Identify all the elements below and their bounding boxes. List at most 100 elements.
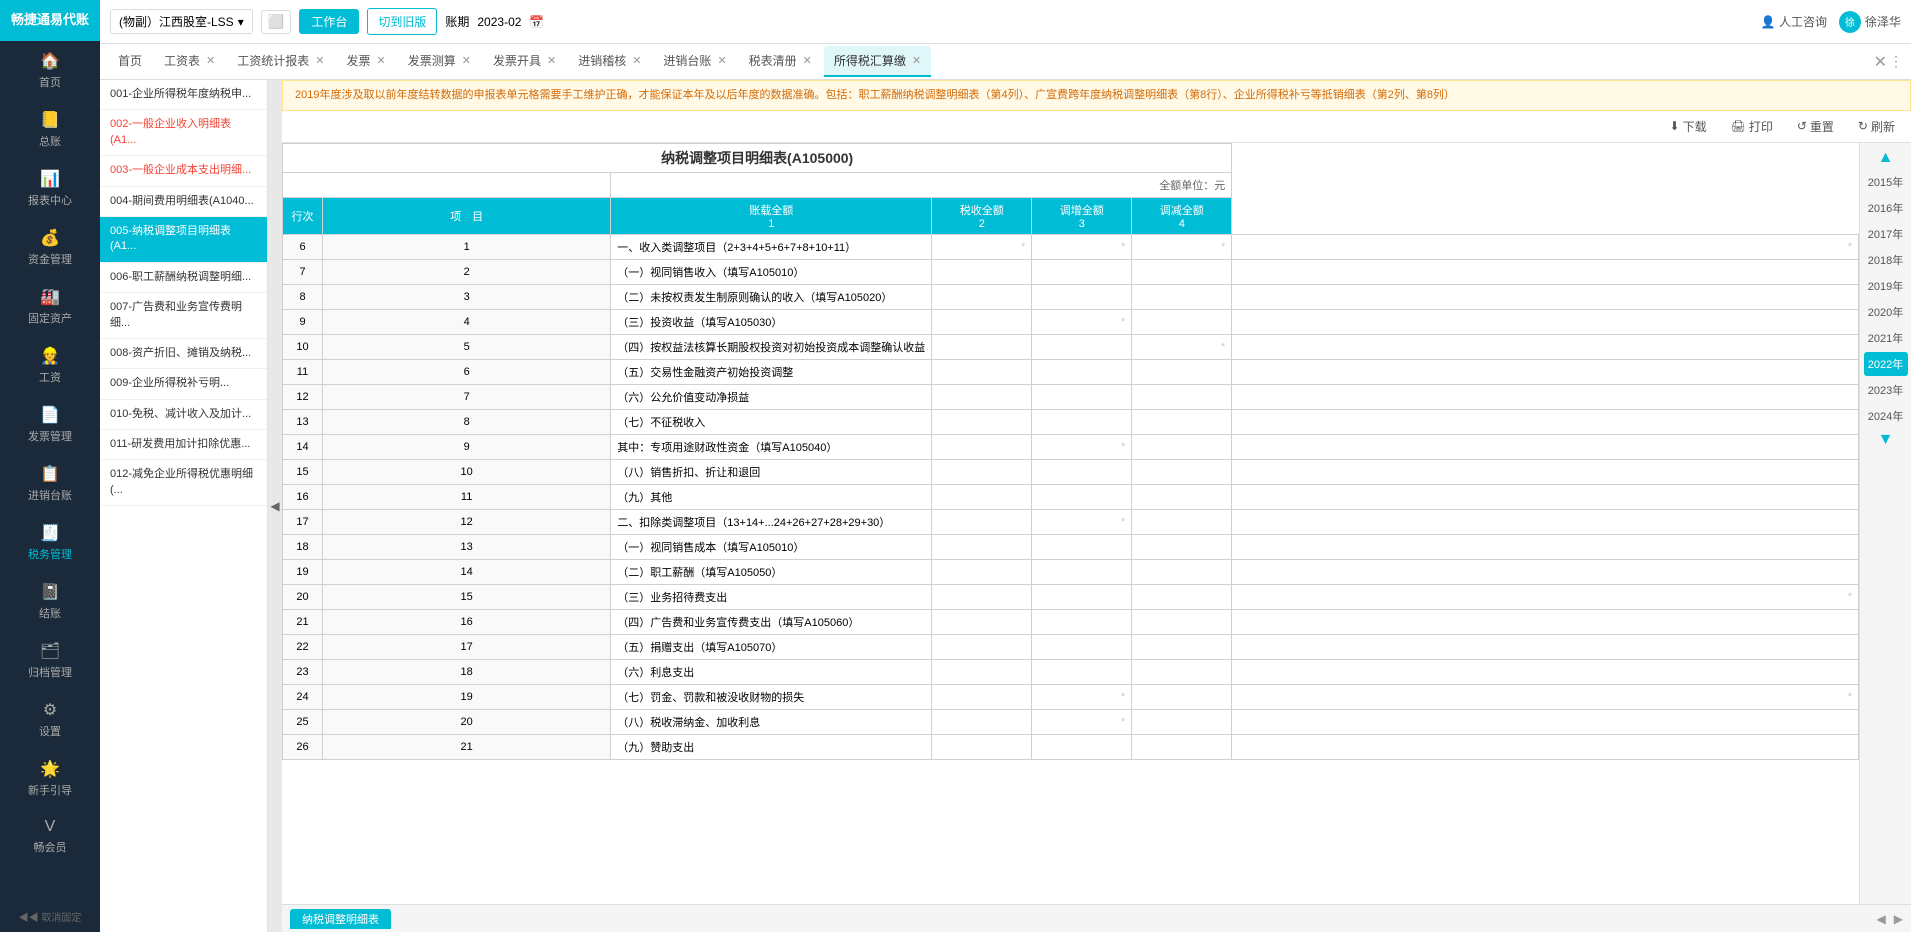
tab-close-purchase-check[interactable]: ✕ xyxy=(632,54,641,67)
year-2018[interactable]: 2018年 xyxy=(1864,248,1908,272)
cell-c4[interactable] xyxy=(1232,509,1859,534)
cell-c4[interactable]: * xyxy=(1232,234,1859,259)
cell-c1[interactable] xyxy=(932,484,1032,509)
sidebar-item-archive[interactable]: 🗂 归档管理 xyxy=(0,631,100,690)
tab-salary[interactable]: 工资表✕ xyxy=(154,46,225,77)
cell-c4[interactable] xyxy=(1232,409,1859,434)
cell-c3[interactable] xyxy=(1132,584,1232,609)
cell-c2[interactable]: * xyxy=(1032,709,1132,734)
cell-c1[interactable] xyxy=(932,609,1032,634)
sidebar-item-purchase[interactable]: 📋 进销台账 xyxy=(0,454,100,513)
cell-c1[interactable] xyxy=(932,334,1032,359)
cell-c3[interactable] xyxy=(1132,459,1232,484)
tab-invoice-open[interactable]: 发票开具✕ xyxy=(483,46,566,77)
left-item-011[interactable]: 011-研发费用加计扣除优惠... xyxy=(100,430,267,460)
cell-c2[interactable] xyxy=(1032,734,1132,759)
cell-c1[interactable] xyxy=(932,384,1032,409)
cell-c3[interactable] xyxy=(1132,359,1232,384)
cell-c1[interactable] xyxy=(932,634,1032,659)
cell-c4[interactable] xyxy=(1232,734,1859,759)
cell-c1[interactable] xyxy=(932,409,1032,434)
cell-c2[interactable] xyxy=(1032,334,1132,359)
cell-c3[interactable] xyxy=(1132,659,1232,684)
cell-c2[interactable]: * xyxy=(1032,684,1132,709)
year-down-arrow[interactable]: ▼ xyxy=(1876,429,1896,451)
left-item-008[interactable]: 008-资产折旧、摊销及纳税... xyxy=(100,339,267,369)
cell-c2[interactable]: * xyxy=(1032,309,1132,334)
left-item-001[interactable]: 001-企业所得税年度纳税申... xyxy=(100,80,267,110)
sidebar-item-member[interactable]: V 畅会员 xyxy=(0,808,100,865)
cell-c4[interactable] xyxy=(1232,259,1859,284)
sidebar-item-close[interactable]: 📓 结账 xyxy=(0,572,100,631)
sidebar-item-home[interactable]: 🏠 首页 xyxy=(0,41,100,100)
cell-c2[interactable] xyxy=(1032,384,1132,409)
cell-c2[interactable] xyxy=(1032,459,1132,484)
cell-c3[interactable] xyxy=(1132,609,1232,634)
sidebar-item-assets[interactable]: 🏭 固定资产 xyxy=(0,277,100,336)
sidebar-item-invoice[interactable]: 📄 发票管理 xyxy=(0,395,100,454)
tab-tax-clear[interactable]: 税表清册✕ xyxy=(739,46,822,77)
cell-c4[interactable] xyxy=(1232,359,1859,384)
sidebar-item-guide[interactable]: 🌟 新手引导 xyxy=(0,749,100,808)
tab-income-tax[interactable]: 所得税汇算缴✕ xyxy=(824,46,931,77)
cell-c2[interactable] xyxy=(1032,259,1132,284)
cell-c4[interactable] xyxy=(1232,559,1859,584)
cell-c3[interactable] xyxy=(1132,534,1232,559)
cell-c2[interactable]: * xyxy=(1032,509,1132,534)
left-item-005[interactable]: 005-纳税调整项目明细表(A1... xyxy=(100,217,267,263)
cell-c4[interactable] xyxy=(1232,459,1859,484)
cell-c2[interactable] xyxy=(1032,284,1132,309)
cell-c3[interactable] xyxy=(1132,734,1232,759)
year-2022[interactable]: 2022年 xyxy=(1864,352,1908,376)
cell-c2[interactable] xyxy=(1032,559,1132,584)
cell-c2[interactable] xyxy=(1032,359,1132,384)
left-item-002[interactable]: 002-一般企业收入明细表(A1... xyxy=(100,110,267,156)
print-button[interactable]: 🖨 打印 xyxy=(1725,115,1779,138)
cell-c1[interactable] xyxy=(932,709,1032,734)
tab-close-invoice-open[interactable]: ✕ xyxy=(547,54,556,67)
cell-c3[interactable]: * xyxy=(1132,334,1232,359)
tab-close-invoice-calc[interactable]: ✕ xyxy=(462,54,471,67)
cell-c1[interactable] xyxy=(932,734,1032,759)
tab-home[interactable]: 首页 xyxy=(108,46,152,77)
left-item-003[interactable]: 003-一般企业成本支出明细... xyxy=(100,156,267,186)
cell-c4[interactable] xyxy=(1232,484,1859,509)
left-item-007[interactable]: 007-广告费和业务宣传费明细... xyxy=(100,293,267,339)
cell-c1[interactable]: * xyxy=(932,234,1032,259)
scroll-right-icon[interactable]: ▶ xyxy=(1894,912,1903,926)
cell-c4[interactable]: * xyxy=(1232,584,1859,609)
cell-c3[interactable] xyxy=(1132,284,1232,309)
cell-c4[interactable] xyxy=(1232,284,1859,309)
cell-c1[interactable] xyxy=(932,309,1032,334)
tab-purchase-check[interactable]: 进销稽核✕ xyxy=(568,46,651,77)
cell-c1[interactable] xyxy=(932,584,1032,609)
company-selector[interactable]: (物副）江西股室-LSS ▾ xyxy=(110,9,253,34)
cell-c2[interactable]: * xyxy=(1032,434,1132,459)
left-item-004[interactable]: 004-期间费用明细表(A1040... xyxy=(100,187,267,217)
cell-c1[interactable] xyxy=(932,434,1032,459)
unpin-button[interactable]: ◀◀ 取消固定 xyxy=(0,901,100,932)
cell-c3[interactable] xyxy=(1132,384,1232,409)
cell-c2[interactable] xyxy=(1032,584,1132,609)
cell-c3[interactable] xyxy=(1132,709,1232,734)
copy-icon[interactable]: ⬜ xyxy=(261,10,292,34)
left-item-010[interactable]: 010-免税、减计收入及加计... xyxy=(100,400,267,430)
cell-c3[interactable] xyxy=(1132,434,1232,459)
tab-close-income-tax[interactable]: ✕ xyxy=(912,54,921,67)
user-info[interactable]: 徐 徐泽华 xyxy=(1839,11,1901,33)
cell-c3[interactable] xyxy=(1132,259,1232,284)
sidebar-item-tax[interactable]: 🧾 税务管理 xyxy=(0,513,100,572)
cell-c3[interactable] xyxy=(1132,634,1232,659)
cell-c3[interactable] xyxy=(1132,309,1232,334)
cell-c4[interactable] xyxy=(1232,534,1859,559)
cell-c1[interactable] xyxy=(932,359,1032,384)
year-2017[interactable]: 2017年 xyxy=(1864,222,1908,246)
year-2023[interactable]: 2023年 xyxy=(1864,378,1908,402)
cell-c2[interactable] xyxy=(1032,534,1132,559)
sidebar-item-ledger[interactable]: 📒 总账 xyxy=(0,100,100,159)
scroll-left-icon[interactable]: ◀ xyxy=(1877,912,1886,926)
year-2015[interactable]: 2015年 xyxy=(1864,170,1908,194)
cell-c1[interactable] xyxy=(932,459,1032,484)
cell-c3[interactable] xyxy=(1132,509,1232,534)
tab-salary-report[interactable]: 工资统计报表✕ xyxy=(227,46,334,77)
